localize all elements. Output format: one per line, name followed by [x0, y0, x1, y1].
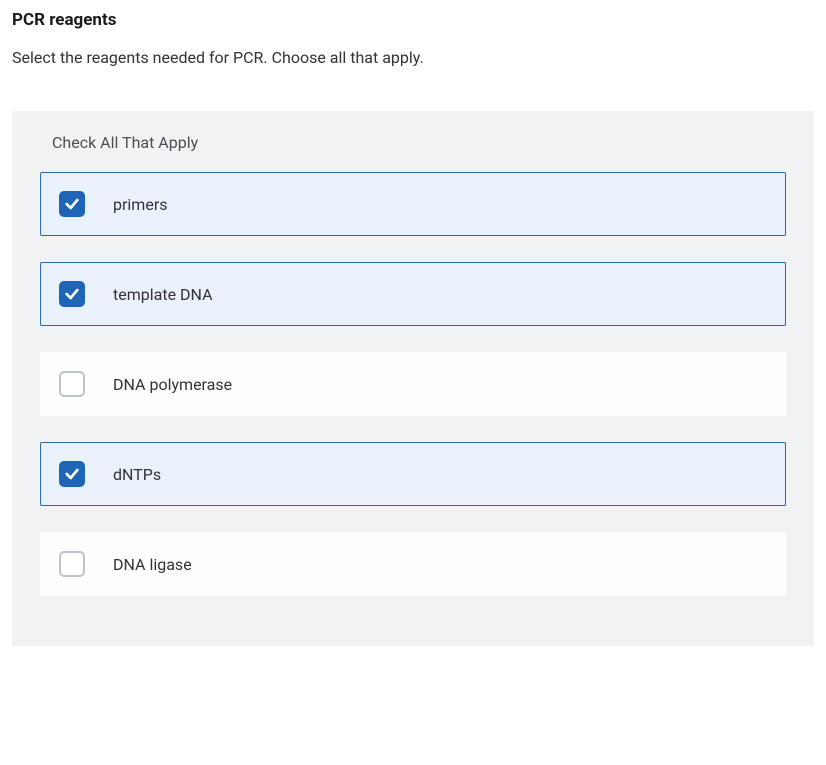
option-label: primers: [113, 195, 168, 214]
question-prompt: Select the reagents needed for PCR. Choo…: [12, 48, 814, 67]
option-row[interactable]: DNA ligase: [40, 532, 786, 596]
checkbox[interactable]: [59, 371, 85, 397]
check-icon: [64, 196, 80, 212]
option-label: template DNA: [113, 285, 213, 304]
question-title: PCR reagents: [12, 10, 814, 30]
option-label: dNTPs: [113, 465, 161, 484]
checkbox[interactable]: [59, 461, 85, 487]
check-icon: [64, 466, 80, 482]
checkbox[interactable]: [59, 191, 85, 217]
option-label: DNA polymerase: [113, 375, 232, 394]
option-row[interactable]: primers: [40, 172, 786, 236]
check-icon: [64, 286, 80, 302]
answer-panel: Check All That Apply primers template DNA…: [12, 111, 814, 646]
option-row[interactable]: DNA polymerase: [40, 352, 786, 416]
option-row[interactable]: dNTPs: [40, 442, 786, 506]
option-label: DNA ligase: [113, 555, 192, 574]
options-list: primers template DNA DNA polymerase dNTPs DN…: [12, 172, 814, 638]
checkbox[interactable]: [59, 281, 85, 307]
checkbox[interactable]: [59, 551, 85, 577]
panel-header: Check All That Apply: [12, 111, 814, 172]
option-row[interactable]: template DNA: [40, 262, 786, 326]
